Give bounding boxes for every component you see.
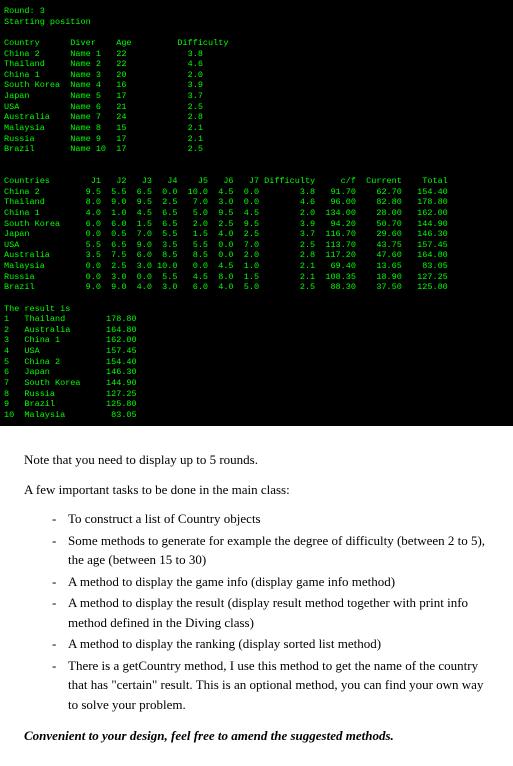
footer-text: Convenient to your design, feel free to …: [24, 726, 489, 746]
task-list: To construct a list of Country objectsSo…: [24, 509, 489, 714]
document-body: Note that you need to display up to 5 ro…: [0, 426, 513, 766]
note-text: Note that you need to display up to 5 ro…: [24, 450, 489, 470]
task-item: There is a getCountry method, I use this…: [52, 656, 489, 715]
terminal-output: Round: 3 Starting position Country Diver…: [0, 0, 513, 426]
task-item: Some methods to generate for example the…: [52, 531, 489, 570]
task-item: A method to display the game info (displ…: [52, 572, 489, 592]
task-item: To construct a list of Country objects: [52, 509, 489, 529]
task-item: A method to display the ranking (display…: [52, 634, 489, 654]
task-item: A method to display the result (display …: [52, 593, 489, 632]
intro-text: A few important tasks to be done in the …: [24, 480, 489, 500]
